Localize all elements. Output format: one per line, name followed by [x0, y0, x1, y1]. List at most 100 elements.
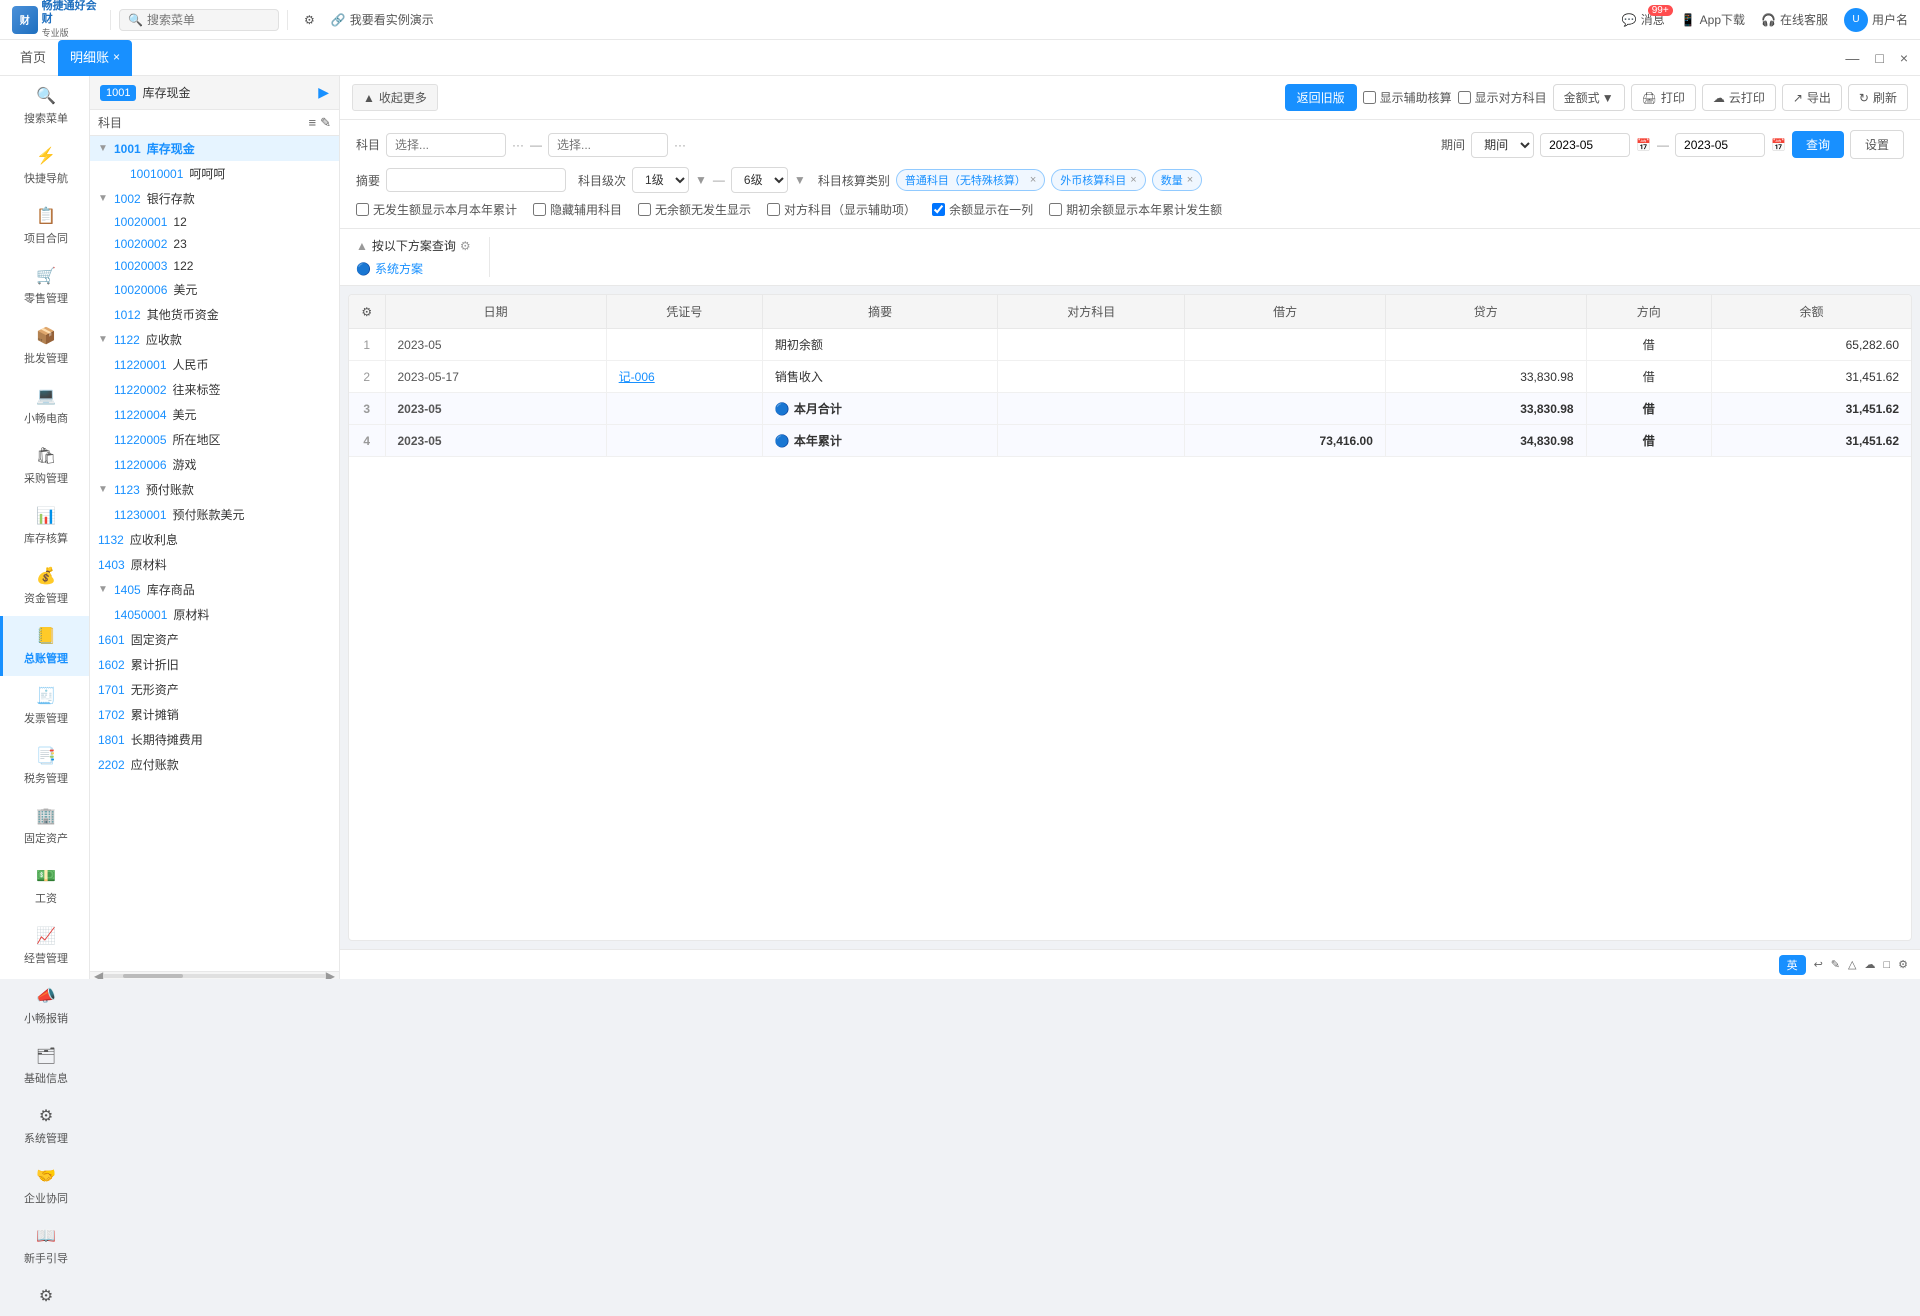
sidebar-item-ecommerce[interactable]: 💻 小畅电商: [0, 376, 89, 436]
sidebar-item-coop[interactable]: 🤝 企业协同: [0, 1156, 89, 1216]
tree-header-tag[interactable]: 1001: [100, 85, 136, 101]
tree-node-14050001[interactable]: 14050001 原材料: [90, 602, 339, 627]
filter-tag-normal-remove[interactable]: ×: [1030, 174, 1036, 186]
settings-nav[interactable]: ⚙: [296, 13, 323, 27]
lang-btn[interactable]: 英: [1779, 955, 1806, 975]
subject-to-more-icon[interactable]: ···: [674, 138, 686, 152]
query-scheme-settings-icon[interactable]: ⚙: [460, 239, 471, 253]
cb-hide-aux-input[interactable]: [533, 203, 546, 216]
tree-node-1405[interactable]: ▼ 1405 库存商品: [90, 577, 339, 602]
period-calendar2-icon[interactable]: 📅: [1771, 138, 1786, 152]
tree-node-1601[interactable]: 1601 固定资产: [90, 627, 339, 652]
tree-node-1701[interactable]: 1701 无形资产: [90, 677, 339, 702]
edit-btn[interactable]: ✎: [1831, 958, 1840, 971]
undo-btn[interactable]: ↩: [1814, 958, 1823, 971]
sidebar-item-finance[interactable]: 💰 资金管理: [0, 556, 89, 616]
cb-hide-aux[interactable]: 隐藏辅用科目: [533, 201, 622, 218]
window-maximize-btn[interactable]: □: [1871, 48, 1887, 68]
tree-node-10010001[interactable]: 10010001 呵呵呵: [90, 161, 339, 186]
return-old-btn[interactable]: 返回旧版: [1285, 84, 1357, 111]
tree-node-1012[interactable]: 1012 其他货币资金: [90, 302, 339, 327]
filter-tag-qty-remove[interactable]: ×: [1187, 174, 1193, 186]
sidebar-item-shortcut[interactable]: ⚡ 快捷导航: [0, 136, 89, 196]
tab-ledger-close[interactable]: ×: [113, 50, 120, 64]
tree-node-1001[interactable]: ▼ 1001 库存现金: [90, 136, 339, 161]
sidebar-item-system[interactable]: ⚙ 系统管理: [0, 1096, 89, 1156]
scroll-left-icon[interactable]: ◀: [94, 969, 103, 980]
cb-contra[interactable]: 对方科目（显示辅助项）: [767, 201, 916, 218]
subject-more-icon[interactable]: ···: [512, 138, 524, 152]
user-avatar[interactable]: U 用户名: [1844, 8, 1908, 32]
tree-node-11220006[interactable]: 11220006 游戏: [90, 452, 339, 477]
show-aux-checkbox[interactable]: 显示辅助核算: [1363, 89, 1452, 106]
cb-no-balance[interactable]: 无余额无发生显示: [638, 201, 751, 218]
refresh-btn[interactable]: ↻ 刷新: [1848, 84, 1908, 111]
th-settings[interactable]: ⚙: [349, 295, 385, 329]
tree-node-1801[interactable]: 1801 长期待摊费用: [90, 727, 339, 752]
tree-list-icon[interactable]: ≡: [309, 115, 317, 130]
tree-edit-icon[interactable]: ✎: [320, 115, 331, 131]
tree-node-1702[interactable]: 1702 累计摊销: [90, 702, 339, 727]
cb-opening-ytd-input[interactable]: [1049, 203, 1062, 216]
filter-tag-foreign-remove[interactable]: ×: [1130, 174, 1136, 186]
print-btn[interactable]: 🖨 打印: [1631, 84, 1696, 111]
tree-header-arrow[interactable]: ▶: [318, 84, 329, 101]
window-btn[interactable]: □: [1883, 959, 1890, 971]
tree-node-10020006[interactable]: 10020006 美元: [90, 277, 339, 302]
tree-node-10020003[interactable]: 10020003 122: [90, 255, 339, 277]
tree-node-1132[interactable]: 1132 应收利息: [90, 527, 339, 552]
cb-no-occurrence-input[interactable]: [356, 203, 369, 216]
sidebar-item-sales-rpt[interactable]: 📣 小畅报销: [0, 976, 89, 1036]
settings-btn[interactable]: 设置: [1850, 130, 1904, 159]
window-close-btn[interactable]: ×: [1896, 48, 1912, 68]
period-to-input[interactable]: [1675, 133, 1765, 157]
window-minimize-btn[interactable]: —: [1841, 48, 1863, 68]
tree-node-1602[interactable]: 1602 累计折旧: [90, 652, 339, 677]
amount-mode-btn[interactable]: 金额式 ▼: [1553, 84, 1625, 111]
voucher-link-2[interactable]: 记-006: [619, 370, 655, 384]
tree-node-10020001[interactable]: 10020001 12: [90, 211, 339, 233]
row-voucher-2[interactable]: 记-006: [606, 361, 762, 393]
level-to-select[interactable]: 6级: [731, 167, 788, 193]
tree-node-11220002[interactable]: 11220002 往来标签: [90, 377, 339, 402]
tab-home[interactable]: 首页: [8, 40, 58, 76]
cb-balance-one-col-input[interactable]: [932, 203, 945, 216]
sidebar-item-purchase[interactable]: 🛍 采购管理: [0, 436, 89, 496]
system-settings-btn[interactable]: ⚙: [1898, 958, 1908, 971]
upload-btn[interactable]: △: [1848, 958, 1856, 971]
subject-from-input[interactable]: [386, 133, 506, 157]
search-input[interactable]: [147, 13, 267, 27]
expand-more-btn[interactable]: ▲ 收起更多: [352, 84, 438, 111]
top-search-box[interactable]: 🔍: [119, 9, 279, 31]
sidebar-item-tax[interactable]: 📑 税务管理: [0, 736, 89, 796]
query-scheme-item-row[interactable]: 🔵 系统方案: [356, 260, 471, 277]
subject-to-input[interactable]: [548, 133, 668, 157]
sidebar-item-basic[interactable]: 🗂 基础信息: [0, 1036, 89, 1096]
show-contra-checkbox[interactable]: 显示对方科目: [1458, 89, 1547, 106]
cloud-print-btn[interactable]: ☁ 云打印: [1702, 84, 1776, 111]
tree-node-1122[interactable]: ▼ 1122 应收款: [90, 327, 339, 352]
show-aux-check-input[interactable]: [1363, 91, 1376, 104]
query-scheme-item[interactable]: 系统方案: [375, 260, 423, 277]
demo-link[interactable]: 🔗 我要看实例演示: [323, 11, 442, 28]
cb-opening-ytd[interactable]: 期初余额显示本年累计发生额: [1049, 201, 1222, 218]
period-calendar-icon[interactable]: 📅: [1636, 138, 1651, 152]
sidebar-item-retail[interactable]: 🛒 零售管理: [0, 256, 89, 316]
summary-input[interactable]: [386, 168, 566, 192]
sidebar-item-wholesale[interactable]: 📦 批发管理: [0, 316, 89, 376]
sidebar-item-invoice[interactable]: 🧾 发票管理: [0, 676, 89, 736]
tree-node-11220001[interactable]: 11220001 人民币: [90, 352, 339, 377]
tree-node-2202[interactable]: 2202 应付账款: [90, 752, 339, 777]
cb-no-balance-input[interactable]: [638, 203, 651, 216]
cloud-btn[interactable]: ☁: [1864, 958, 1875, 971]
sidebar-item-ops[interactable]: 📈 经营管理: [0, 916, 89, 976]
tree-node-1123[interactable]: ▼ 1123 预付账款: [90, 477, 339, 502]
export-btn[interactable]: ↗ 导出: [1782, 84, 1842, 111]
sidebar-item-asset[interactable]: 🏢 固定资产: [0, 796, 89, 856]
tree-node-11220005[interactable]: 11220005 所在地区: [90, 427, 339, 452]
show-contra-check-input[interactable]: [1458, 91, 1471, 104]
cb-contra-input[interactable]: [767, 203, 780, 216]
tab-ledger[interactable]: 明细账 ×: [58, 40, 132, 76]
level-from-select[interactable]: 1级: [632, 167, 689, 193]
app-download-btn[interactable]: 📱 App下载: [1681, 11, 1745, 28]
